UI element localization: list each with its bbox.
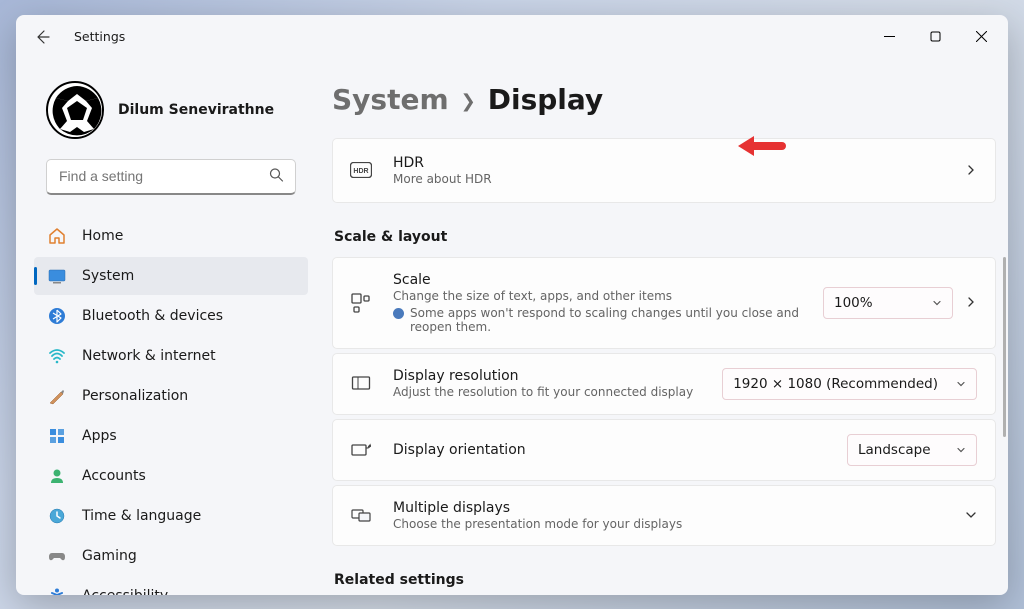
nav-item-bluetooth[interactable]: Bluetooth & devices	[34, 297, 308, 335]
nav-label: Network & internet	[82, 348, 216, 364]
maximize-button[interactable]	[912, 19, 958, 55]
minimize-button[interactable]	[866, 19, 912, 55]
network-icon	[48, 347, 66, 365]
chevron-down-icon	[932, 298, 942, 308]
scale-title: Scale	[393, 272, 823, 288]
main-content: System ❯ Display HDR HDR More about HDR	[316, 59, 1008, 595]
nav-item-apps[interactable]: Apps	[34, 417, 308, 455]
gaming-icon	[48, 547, 66, 565]
accessibility-icon	[48, 587, 66, 595]
scale-select[interactable]: 100%	[823, 287, 953, 319]
username: Dilum Senevirathne	[118, 102, 274, 118]
hdr-card[interactable]: HDR HDR More about HDR	[332, 138, 996, 203]
close-icon	[976, 31, 987, 42]
resolution-select[interactable]: 1920 × 1080 (Recommended)	[722, 368, 977, 400]
titlebar: Settings	[16, 15, 1008, 59]
nav-item-gaming[interactable]: Gaming	[34, 537, 308, 575]
nav-label: Time & language	[82, 508, 201, 524]
nav-label: Bluetooth & devices	[82, 308, 223, 324]
orientation-select[interactable]: Landscape	[847, 434, 977, 466]
back-arrow-icon	[34, 29, 50, 45]
section-related: Related settings	[334, 572, 996, 588]
chevron-right-icon: ❯	[461, 91, 476, 112]
minimize-icon	[884, 31, 895, 42]
breadcrumb-current: Display	[488, 83, 603, 116]
svg-text:HDR: HDR	[353, 168, 368, 175]
nav-label: Apps	[82, 428, 117, 444]
maximize-icon	[930, 31, 941, 42]
chevron-right-icon	[965, 161, 977, 180]
breadcrumb: System ❯ Display	[332, 83, 996, 116]
scale-subtitle: Change the size of text, apps, and other…	[393, 289, 823, 303]
chevron-down-icon	[956, 445, 966, 455]
orientation-value: Landscape	[858, 442, 931, 458]
multiple-displays-icon	[349, 503, 373, 527]
chevron-down-icon	[956, 379, 966, 389]
nav-label: System	[82, 268, 134, 284]
nav-label: Home	[82, 228, 123, 244]
breadcrumb-parent[interactable]: System	[332, 83, 449, 116]
info-icon	[393, 308, 404, 319]
back-button[interactable]	[24, 19, 60, 55]
multiple-displays-card[interactable]: Multiple displays Choose the presentatio…	[332, 485, 996, 546]
scale-icon	[349, 291, 373, 315]
nav-item-accessibility[interactable]: Accessibility	[34, 577, 308, 595]
apps-icon	[48, 427, 66, 445]
nav-item-personalization[interactable]: Personalization	[34, 377, 308, 415]
profile-section[interactable]: Dilum Senevirathne	[16, 59, 308, 159]
personalization-icon	[48, 387, 66, 405]
scale-value: 100%	[834, 295, 873, 311]
resolution-value: 1920 × 1080 (Recommended)	[733, 376, 938, 392]
nav-label: Gaming	[82, 548, 137, 564]
scale-note: Some apps won't respond to scaling chang…	[410, 306, 813, 334]
app-title: Settings	[74, 29, 125, 44]
sidebar: Dilum Senevirathne Home	[16, 59, 316, 595]
nav-label: Accounts	[82, 468, 146, 484]
nav-item-home[interactable]: Home	[34, 217, 308, 255]
clock-icon	[48, 507, 66, 525]
avatar	[46, 81, 104, 139]
orientation-card[interactable]: Display orientation Landscape	[332, 419, 996, 481]
scrollbar-thumb[interactable]	[1003, 257, 1006, 437]
hdr-icon: HDR	[349, 158, 373, 182]
orientation-title: Display orientation	[393, 442, 847, 458]
close-button[interactable]	[958, 19, 1004, 55]
home-icon	[48, 227, 66, 245]
multiple-title: Multiple displays	[393, 500, 965, 516]
system-icon	[48, 267, 66, 285]
nav-label: Personalization	[82, 388, 188, 404]
orientation-icon	[349, 438, 373, 462]
accounts-icon	[48, 467, 66, 485]
multiple-subtitle: Choose the presentation mode for your di…	[393, 517, 965, 531]
settings-window: Settings	[16, 15, 1008, 595]
resolution-title: Display resolution	[393, 368, 722, 384]
resolution-subtitle: Adjust the resolution to fit your connec…	[393, 385, 722, 399]
chevron-right-icon	[965, 293, 977, 312]
nav-label: Accessibility	[82, 588, 168, 595]
section-scale-layout: Scale & layout	[334, 229, 996, 245]
search-input[interactable]	[46, 159, 296, 195]
chevron-down-icon	[965, 506, 977, 525]
hdr-title: HDR	[393, 155, 965, 171]
hdr-subtitle: More about HDR	[393, 172, 965, 186]
resolution-card[interactable]: Display resolution Adjust the resolution…	[332, 353, 996, 415]
scale-card[interactable]: Scale Change the size of text, apps, and…	[332, 257, 996, 349]
search-wrap	[16, 159, 308, 195]
resolution-icon	[349, 372, 373, 396]
nav-list: Home System Bluetooth & devices	[16, 217, 308, 595]
nav-item-network[interactable]: Network & internet	[34, 337, 308, 375]
bluetooth-icon	[48, 307, 66, 325]
window-controls	[866, 19, 1004, 55]
nav-item-system[interactable]: System	[34, 257, 308, 295]
nav-item-time[interactable]: Time & language	[34, 497, 308, 535]
nav-item-accounts[interactable]: Accounts	[34, 457, 308, 495]
